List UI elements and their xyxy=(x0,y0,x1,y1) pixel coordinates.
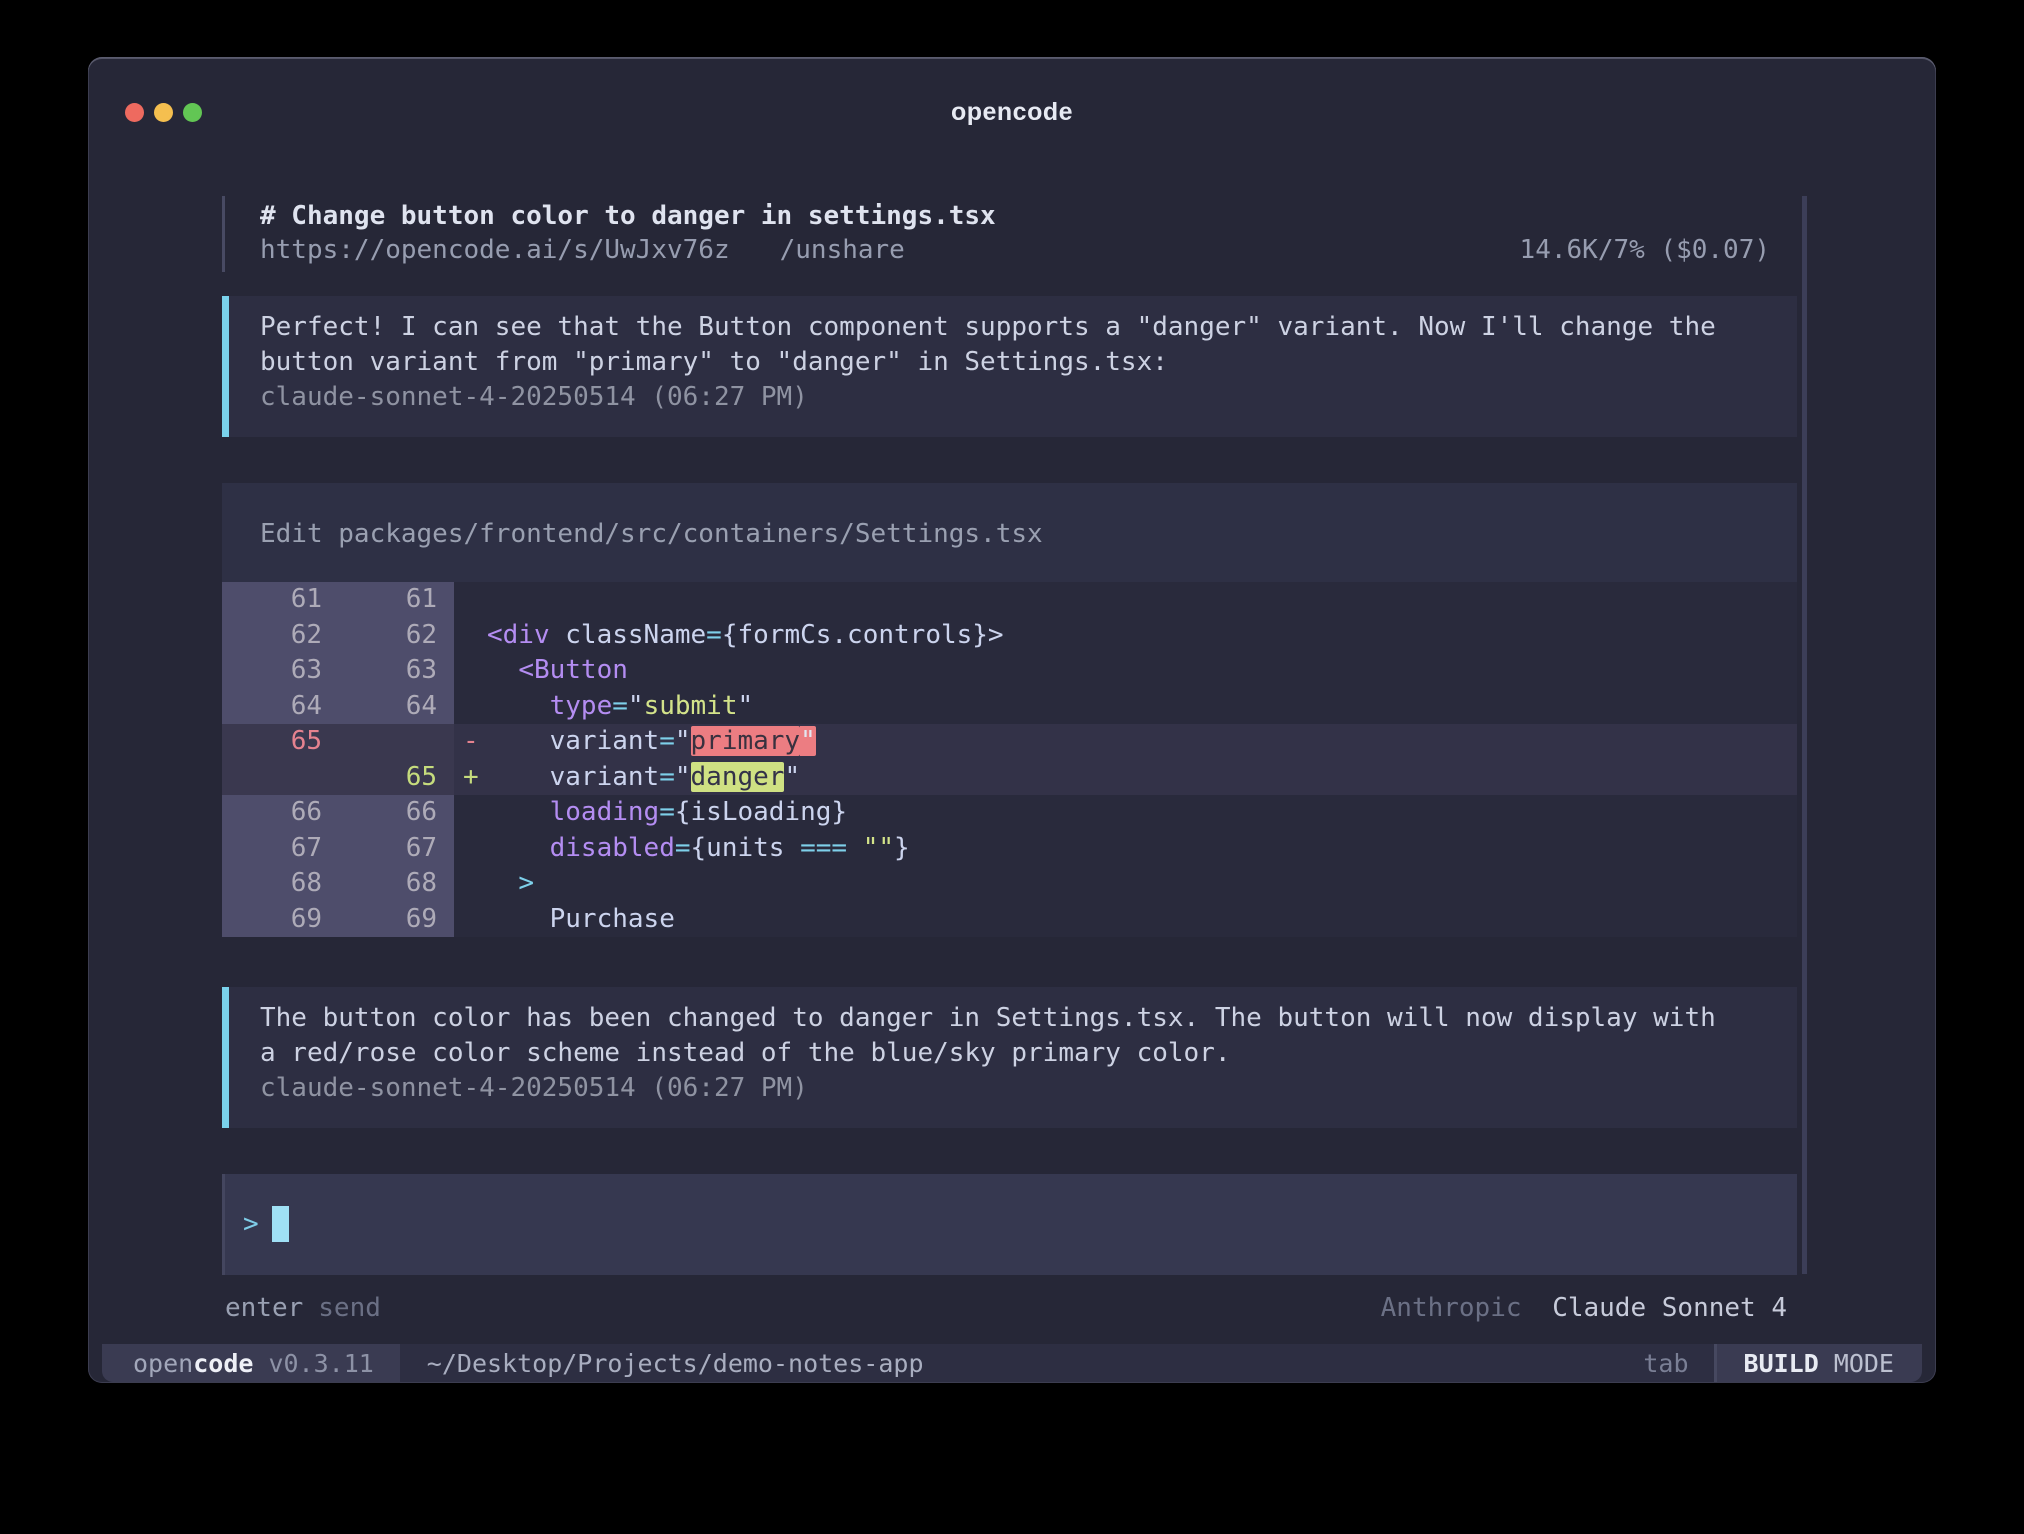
mode-indicator[interactable]: BUILD MODE xyxy=(1714,1344,1922,1382)
working-directory: ~/Desktop/Projects/demo-notes-app xyxy=(427,1349,1644,1378)
share-url[interactable]: https://opencode.ai/s/UwJxv76z xyxy=(260,234,730,266)
diff-row: 65 + variant="danger" xyxy=(222,760,1797,796)
new-line-number: 69 xyxy=(322,902,437,938)
diff-gutter: 6666 xyxy=(222,795,454,831)
diff-marker xyxy=(454,582,487,618)
diff-marker: - xyxy=(454,724,487,760)
diff-marker xyxy=(454,902,487,938)
code-line: disabled={units === ""} xyxy=(487,831,1797,867)
enter-key-hint: enter xyxy=(225,1292,303,1325)
model-label: Claude Sonnet 4 xyxy=(1552,1293,1787,1323)
edit-tool-block: Edit packages/frontend/src/containers/Se… xyxy=(222,483,1797,937)
diff-marker: + xyxy=(454,760,487,796)
diff-row: 6666 loading={isLoading} xyxy=(222,795,1797,831)
message-text: Perfect! I can see that the Button compo… xyxy=(260,310,1773,380)
new-line-number: 67 xyxy=(322,831,437,867)
new-line-number: 68 xyxy=(322,866,437,902)
app-version-segment: opencode v0.3.11 xyxy=(102,1344,400,1382)
old-line-number: 68 xyxy=(222,866,322,902)
code-line: Purchase xyxy=(487,902,1797,938)
diff-gutter: 65 xyxy=(222,724,454,760)
diff-row: 6969 Purchase xyxy=(222,902,1797,938)
code-line: > xyxy=(487,866,1797,902)
message-meta: claude-sonnet-4-20250514 (06:27 PM) xyxy=(260,380,1773,415)
send-label: send xyxy=(318,1292,381,1325)
status-bar: opencode v0.3.11 ~/Desktop/Projects/demo… xyxy=(102,1344,1922,1382)
diff-gutter: 6363 xyxy=(222,653,454,689)
assistant-message: Perfect! I can see that the Button compo… xyxy=(222,296,1797,437)
old-line-number: 69 xyxy=(222,902,322,938)
new-line-number: 64 xyxy=(322,689,437,725)
message-line: The button color has been changed to dan… xyxy=(260,1001,1773,1036)
diff-gutter: 6262 xyxy=(222,618,454,654)
window-title: opencode xyxy=(88,98,1936,127)
scrollbar[interactable] xyxy=(1802,196,1807,1274)
diff-gutter: 6868 xyxy=(222,866,454,902)
diff-row: 6262 <div className={formCs.controls}> xyxy=(222,618,1797,654)
assistant-message: The button color has been changed to dan… xyxy=(222,987,1797,1128)
code-line xyxy=(487,582,1797,618)
window-titlebar: opencode xyxy=(88,57,1936,139)
diff-gutter: 65 xyxy=(222,760,454,796)
prompt-input[interactable]: > xyxy=(222,1174,1797,1275)
edit-tool-header: Edit packages/frontend/src/containers/Se… xyxy=(222,521,1797,547)
diff-row: 6868 > xyxy=(222,866,1797,902)
old-line-number: 66 xyxy=(222,795,322,831)
message-line: a red/rose color scheme instead of the b… xyxy=(260,1036,1773,1071)
new-line-number: 62 xyxy=(322,618,437,654)
code-line: <Button xyxy=(487,653,1797,689)
diff-row: 6363 <Button xyxy=(222,653,1797,689)
message-meta: claude-sonnet-4-20250514 (06:27 PM) xyxy=(260,1071,1773,1106)
code-line: variant="danger" xyxy=(487,760,1797,796)
old-line-number: 61 xyxy=(222,582,322,618)
diff-gutter: 6969 xyxy=(222,902,454,938)
diff-marker xyxy=(454,795,487,831)
old-line-number: 65 xyxy=(222,724,322,760)
new-line-number: 61 xyxy=(322,582,437,618)
app-name: open xyxy=(133,1349,193,1378)
session-title: # Change button color to danger in setti… xyxy=(260,198,1797,234)
new-line-number: 66 xyxy=(322,795,437,831)
diff-row: 6161 xyxy=(222,582,1797,618)
old-line-number: 64 xyxy=(222,689,322,725)
code-line: type="submit" xyxy=(487,689,1797,725)
provider-label: Anthropic xyxy=(1381,1293,1522,1323)
context-stats: 14.6K/7% ($0.07) xyxy=(1520,234,1797,266)
old-line-number xyxy=(222,760,322,796)
message-line: Perfect! I can see that the Button compo… xyxy=(260,310,1773,345)
diff-view: 61616262 <div className={formCs.controls}… xyxy=(222,582,1797,937)
diff-gutter: 6464 xyxy=(222,689,454,725)
diff-row: 65 - variant="primary" xyxy=(222,724,1797,760)
new-line-number xyxy=(322,724,437,760)
diff-gutter: 6161 xyxy=(222,582,454,618)
old-line-number: 63 xyxy=(222,653,322,689)
old-line-number: 67 xyxy=(222,831,322,867)
diff-row: 6464 type="submit" xyxy=(222,689,1797,725)
new-line-number: 63 xyxy=(322,653,437,689)
code-line: <div className={formCs.controls}> xyxy=(487,618,1797,654)
diff-row: 6767 disabled={units === ""} xyxy=(222,831,1797,867)
tab-key-hint: tab xyxy=(1643,1349,1688,1378)
hint-bar: enter send Anthropic Claude Sonnet 4 xyxy=(222,1292,1797,1325)
diff-marker xyxy=(454,689,487,725)
opencode-window: opencode # Change button color to danger… xyxy=(88,57,1936,1383)
code-line: variant="primary" xyxy=(487,724,1797,760)
diff-gutter: 6767 xyxy=(222,831,454,867)
session-header: # Change button color to danger in setti… xyxy=(222,196,1797,272)
prompt-symbol: > xyxy=(243,1206,259,1243)
message-line: button variant from "primary" to "danger… xyxy=(260,345,1773,380)
diff-marker xyxy=(454,866,487,902)
new-line-number: 65 xyxy=(322,760,437,796)
diff-marker xyxy=(454,618,487,654)
message-text: The button color has been changed to dan… xyxy=(260,1001,1773,1071)
code-line: loading={isLoading} xyxy=(487,795,1797,831)
old-line-number: 62 xyxy=(222,618,322,654)
diff-marker xyxy=(454,831,487,867)
app-version: v0.3.11 xyxy=(268,1349,373,1378)
unshare-command[interactable]: /unshare xyxy=(780,234,905,266)
diff-marker xyxy=(454,653,487,689)
text-cursor xyxy=(272,1206,289,1242)
